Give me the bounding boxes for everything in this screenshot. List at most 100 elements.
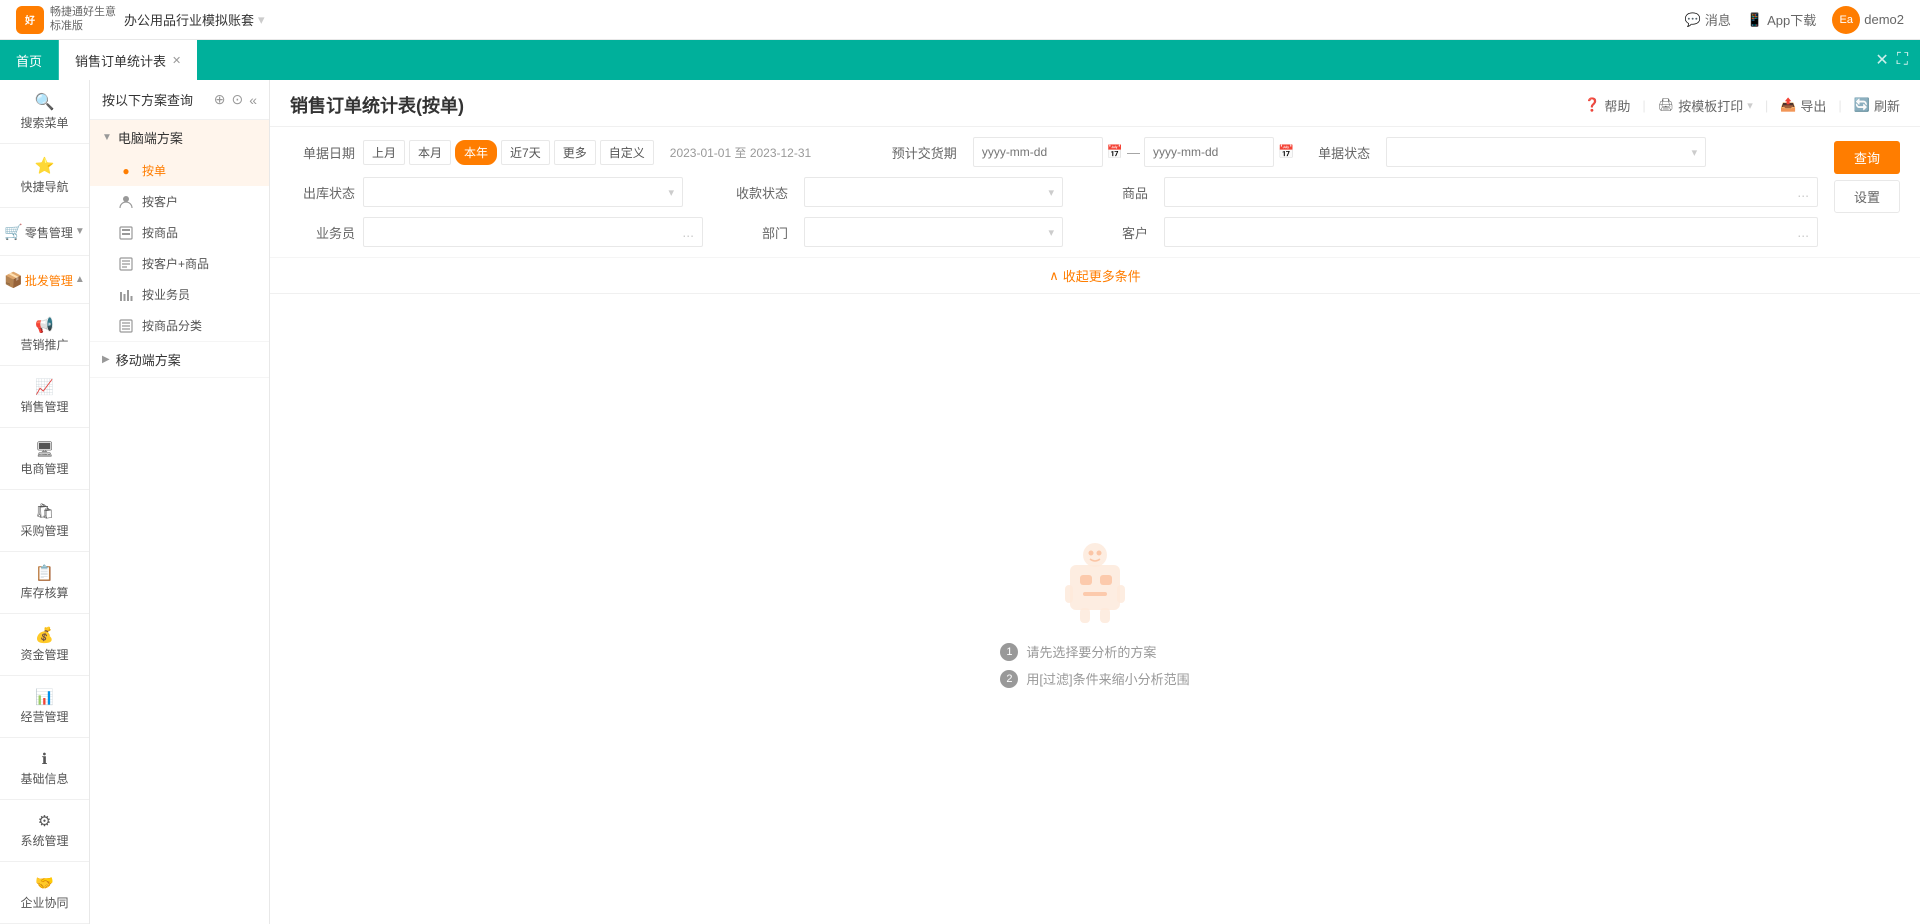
scheme-group-pc-arrow: ▼ (102, 132, 112, 143)
date-btn-last-month[interactable]: 上月 (363, 140, 405, 165)
date-btn-last-7-days[interactable]: 近7天 (501, 140, 550, 165)
date-range-text: 2023-01-01 至 2023-12-31 (670, 144, 811, 161)
scheme-group-mobile-arrow: ▶ (102, 354, 110, 365)
scheme-item-by-salesperson[interactable]: 按业务员 (90, 279, 269, 310)
sidebar-item-finance[interactable]: 💰 资金管理 (0, 614, 89, 676)
department-group: 部门 ▾ (723, 217, 1063, 247)
breadcrumb-chevron: ▾ (258, 12, 265, 28)
content-area: 按以下方案查询 ⊕ ⊙ « ▼ 电脑端方案 ● 按单 (90, 80, 1920, 924)
shipment-status-control: ▾ (363, 177, 703, 207)
window-maximize-icon[interactable]: ⛶ (1897, 51, 1908, 69)
tab-bar-right: ✕ ⛶ (1863, 40, 1920, 80)
collapse-icon: ∧ (1049, 268, 1059, 284)
sidebar-item-ecommerce[interactable]: 🖥 电商管理 (0, 428, 89, 490)
breadcrumb-text: 办公用品行业模拟账套 (124, 10, 254, 29)
salesperson-more-btn[interactable]: ... (682, 224, 694, 240)
page-header: 销售订单统计表(按单) ❓ 帮助 | 🖨 按模板打印 ▾ | 📤 (270, 80, 1920, 127)
app-download-button[interactable]: 📱 App下载 (1747, 10, 1816, 29)
sidebar-item-system[interactable]: ⚙ 系统管理 (0, 800, 89, 862)
marketing-icon: 📢 (0, 316, 89, 334)
department-select[interactable]: ▾ (804, 217, 1063, 247)
sidebar-item-purchase[interactable]: 🛍 采购管理 (0, 490, 89, 552)
expected-date-inputs: 📅 — 📅 (973, 137, 1294, 167)
search-menu-icon: 🔍 (0, 92, 89, 112)
scheme-item-by-order[interactable]: ● 按单 (90, 155, 269, 186)
finance-icon: 💰 (0, 626, 89, 644)
department-label: 部门 (723, 223, 788, 242)
goods-input-wrapper: ... (1164, 177, 1818, 207)
filter-row-status: 出库状态 ▾ 收款状态 (290, 177, 1818, 207)
ecommerce-icon: 🖥 (0, 440, 89, 458)
sidebar-item-sales[interactable]: 📈 销售管理 (0, 366, 89, 428)
scheme-group-mobile: ▶ 移动端方案 (90, 342, 269, 378)
date-btn-custom[interactable]: 自定义 (600, 140, 654, 165)
user-profile[interactable]: Ea demo2 (1832, 6, 1904, 34)
scheme-item-by-goods-category[interactable]: 按商品分类 (90, 310, 269, 341)
payment-status-select[interactable]: ▾ (804, 177, 1063, 207)
collapse-panel-icon[interactable]: « (249, 92, 257, 108)
logo-area: 好 畅捷通好生意 标准版 (16, 6, 116, 34)
sidebar-item-retail[interactable]: 🛒 零售管理 ▼ (0, 208, 89, 256)
export-action[interactable]: 📤 导出 (1780, 96, 1826, 115)
refresh-action[interactable]: 🔄 刷新 (1854, 96, 1900, 115)
salesperson-control: ... (363, 217, 703, 247)
shipment-status-select-wrapper: ▾ (363, 177, 683, 207)
by-goods-category-icon (118, 318, 134, 334)
collapse-bar[interactable]: ∧ 收起更多条件 (270, 258, 1920, 294)
scheme-group-mobile-header[interactable]: ▶ 移动端方案 (90, 342, 269, 377)
shipment-status-select[interactable]: ▾ (363, 177, 683, 207)
settings-button[interactable]: 设置 (1834, 180, 1900, 213)
scheme-item-by-goods[interactable]: 按商品 (90, 217, 269, 248)
top-bar: 好 畅捷通好生意 标准版 办公用品行业模拟账套 ▾ 💬 消息 📱 App下载 E… (0, 0, 1920, 40)
tab-bar: 首页 销售订单统计表 ✕ ✕ ⛶ (0, 40, 1920, 80)
date-btn-this-month[interactable]: 本月 (409, 140, 451, 165)
sidebar-item-operations[interactable]: 📊 经营管理 (0, 676, 89, 738)
expected-date-label: 预计交货期 (887, 143, 957, 162)
filter-row-salesperson: 业务员 ... 部门 (290, 217, 1818, 247)
filter-section: 单据日期 上月 本月 本年 近7天 更多 自定义 20 (270, 127, 1920, 258)
scheme-item-by-customer[interactable]: 按客户 (90, 186, 269, 217)
date-btn-this-year[interactable]: 本年 (455, 140, 497, 165)
customer-more-btn[interactable]: ... (1797, 224, 1809, 240)
sidebar-item-marketing[interactable]: 📢 营销推广 (0, 304, 89, 366)
tab-close-icon[interactable]: ✕ (172, 54, 181, 67)
page-title: 销售订单统计表(按单) (290, 92, 464, 118)
sidebar-item-enterprise-collab[interactable]: 🤝 企业协同 (0, 862, 89, 924)
action-buttons: 查询 设置 (1818, 137, 1900, 213)
message-button[interactable]: 💬 消息 (1685, 10, 1731, 29)
sidebar-item-wholesale[interactable]: 📦 批发管理 ▲ (0, 256, 89, 304)
scheme-group-pc-header[interactable]: ▼ 电脑端方案 (90, 120, 269, 155)
left-panel-icons: ⊕ ⊙ « (214, 91, 257, 108)
main-content: 1 请先选择要分析的方案 2 用[过滤]条件来缩小分析范围 (270, 294, 1920, 924)
sales-icon: 📈 (0, 378, 89, 396)
expected-date-to[interactable] (1144, 137, 1274, 167)
tab-order-stats[interactable]: 销售订单统计表 ✕ (59, 40, 197, 80)
calendar-from-icon: 📅 (1107, 144, 1123, 160)
edit-scheme-icon[interactable]: ⊙ (231, 91, 243, 108)
left-panel: 按以下方案查询 ⊕ ⊙ « ▼ 电脑端方案 ● 按单 (90, 80, 270, 924)
customer-group: 客户 ... (1083, 217, 1818, 247)
empty-tip-2: 2 用[过滤]条件来缩小分析范围 (1000, 669, 1189, 688)
scheme-group-pc: ▼ 电脑端方案 ● 按单 按客户 按商品 (90, 120, 269, 342)
scheme-item-by-customer-goods[interactable]: 按客户+商品 (90, 248, 269, 279)
sidebar-item-basic-info[interactable]: ℹ 基础信息 (0, 738, 89, 800)
tip-num-1: 1 (1000, 643, 1018, 661)
sidebar-item-search-menu[interactable]: 🔍 搜索菜单 (0, 80, 89, 144)
add-scheme-icon[interactable]: ⊕ (214, 91, 226, 108)
tab-home[interactable]: 首页 (0, 40, 59, 80)
expected-date-from[interactable] (973, 137, 1103, 167)
date-btn-more[interactable]: 更多 (554, 140, 596, 165)
window-minimize-icon[interactable]: ✕ (1875, 50, 1888, 70)
query-button[interactable]: 查询 (1834, 141, 1900, 174)
template-print-action[interactable]: 🖨 按模板打印 ▾ (1658, 96, 1753, 115)
goods-more-btn[interactable]: ... (1797, 184, 1809, 200)
order-status-select[interactable]: ▾ (1386, 137, 1706, 167)
help-action[interactable]: ❓ 帮助 (1584, 96, 1630, 115)
template-print-arrow: ▾ (1747, 99, 1753, 112)
system-icon: ⚙ (0, 812, 89, 830)
sidebar-item-inventory[interactable]: 📋 库存核算 (0, 552, 89, 614)
sidebar-item-quick-nav[interactable]: ⭐ 快捷导航 (0, 144, 89, 208)
help-icon: ❓ (1584, 97, 1600, 113)
empty-illustration (1045, 530, 1145, 630)
goods-label: 商品 (1083, 183, 1148, 202)
